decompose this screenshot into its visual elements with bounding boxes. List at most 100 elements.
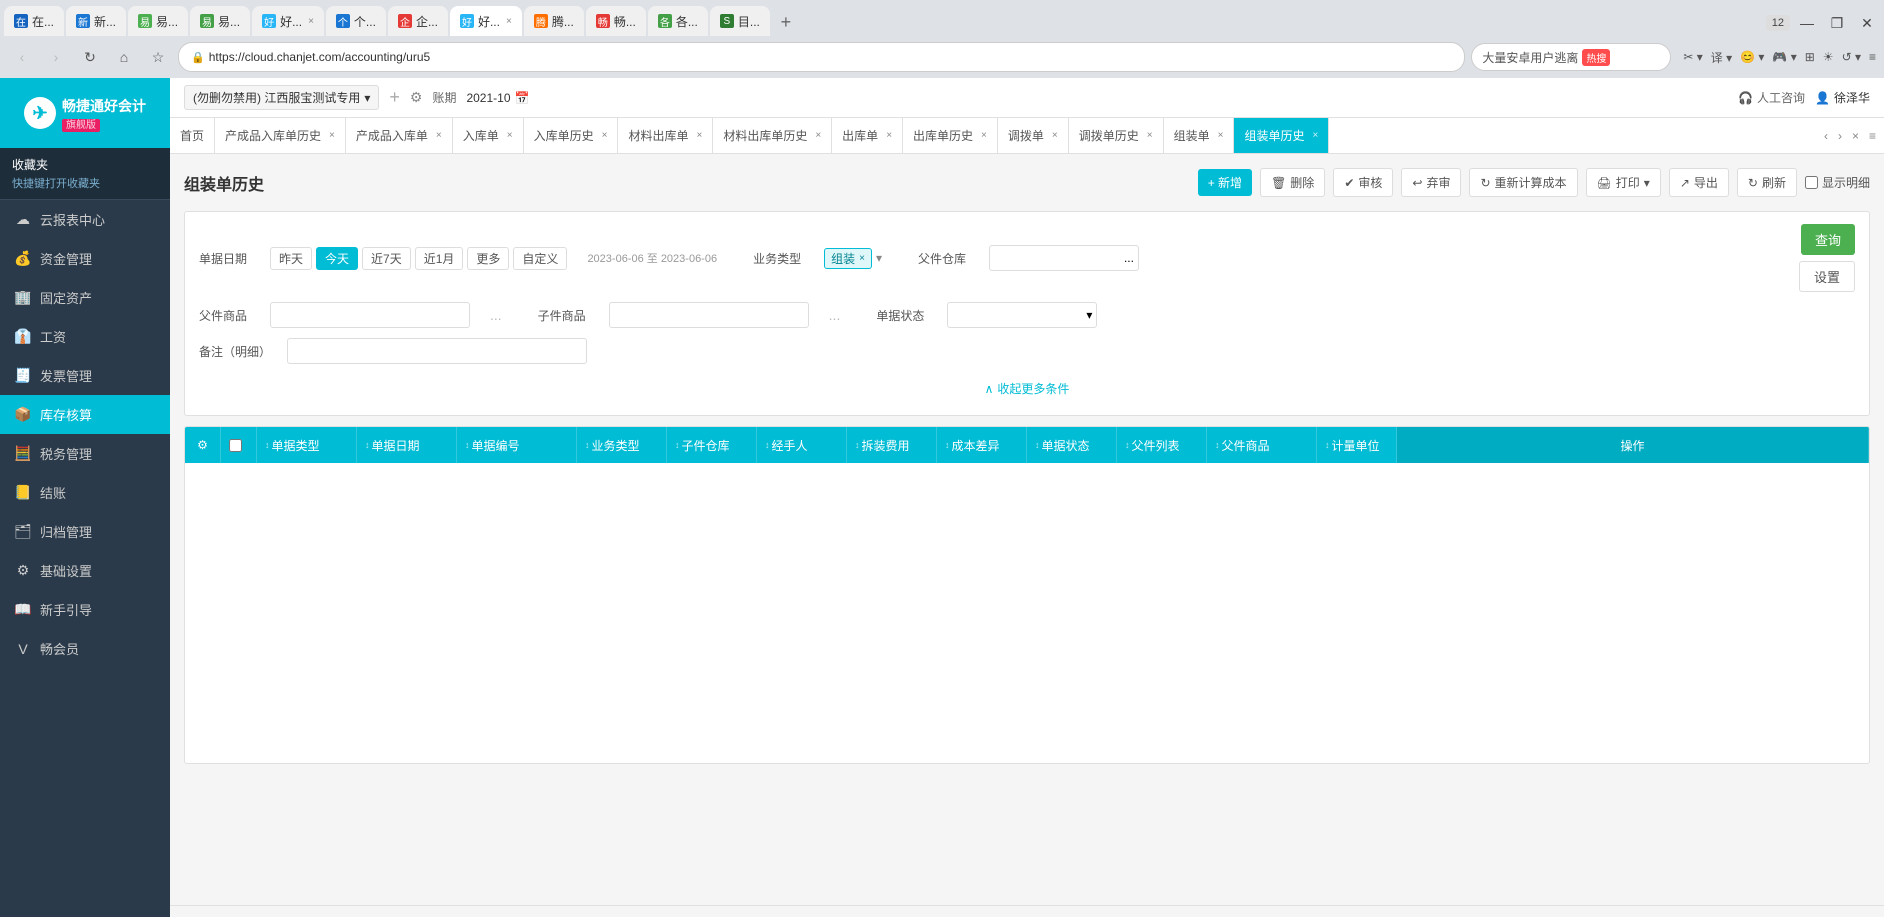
page-tab-close-material-outbound-history[interactable]: × <box>815 130 821 141</box>
browser-tab-3[interactable]: 易 易... <box>128 6 188 36</box>
th-costdiff[interactable]: ↕ 成本差异 <box>937 427 1027 463</box>
th-handler[interactable]: ↕ 经手人 <box>757 427 847 463</box>
date-btn-1month[interactable]: 近1月 <box>415 247 464 270</box>
page-tab-finished-goods-history[interactable]: 产成品入库单历史 × <box>215 118 346 154</box>
th-unit[interactable]: ↕ 计量单位 <box>1317 427 1397 463</box>
tab-close-8[interactable]: × <box>506 16 512 27</box>
game-icon-btn[interactable]: 🎮 ▾ <box>1772 50 1796 64</box>
nav-item-fund[interactable]: 💰 资金管理 <box>0 239 170 278</box>
note-input[interactable] <box>287 338 587 364</box>
new-button[interactable]: + 新增 <box>1198 169 1252 196</box>
th-date[interactable]: ↕ 单据日期 <box>357 427 457 463</box>
page-tab-inbound[interactable]: 入库单 × <box>453 118 524 154</box>
export-button[interactable]: ↗ 导出 <box>1669 168 1729 197</box>
undo-icon-btn[interactable]: ↺ ▾ <box>1842 50 1861 64</box>
browser-tab-5[interactable]: 好 好... × <box>252 6 324 36</box>
audit-button[interactable]: ✔ 审核 <box>1333 168 1393 197</box>
emoji-icon-btn[interactable]: 😊 ▾ <box>1740 50 1764 64</box>
tab-nav-left-arrow[interactable]: ‹ <box>1820 127 1832 145</box>
topbar-settings-icon[interactable]: ⚙ <box>410 89 423 106</box>
parent-wh-select[interactable]: ... <box>989 245 1139 271</box>
nav-item-fixed-assets[interactable]: 🏢 固定资产 <box>0 278 170 317</box>
date-btn-more[interactable]: 更多 <box>467 247 509 270</box>
tab-count-badge[interactable]: 12 <box>1766 15 1790 31</box>
page-tab-outbound-history[interactable]: 出库单历史 × <box>903 118 998 154</box>
collapse-bar[interactable]: ∧ 收起更多条件 <box>199 374 1855 403</box>
browser-tab-4[interactable]: 易 易... <box>190 6 250 36</box>
tab-nav-menu-icon[interactable]: ≡ <box>1865 127 1880 145</box>
parent-goods-dots[interactable]: ... <box>490 307 502 323</box>
page-tab-transfer-history[interactable]: 调拨单历史 × <box>1069 118 1164 154</box>
nav-item-close-account[interactable]: 📒 结账 <box>0 473 170 512</box>
delete-button[interactable]: 🗑 删除 <box>1260 168 1325 197</box>
select-all-checkbox[interactable] <box>229 439 242 452</box>
maximize-button[interactable]: ❐ <box>1824 10 1850 36</box>
th-wh[interactable]: ↕ 子件仓库 <box>667 427 757 463</box>
url-bar[interactable]: 🔒 https://cloud.chanjet.com/accounting/u… <box>178 42 1465 72</box>
minimize-button[interactable]: — <box>1794 10 1820 36</box>
nav-item-cloud-report[interactable]: ☁ 云报表中心 <box>0 200 170 239</box>
show-detail-checkbox[interactable] <box>1805 176 1818 189</box>
add-company-icon[interactable]: + <box>389 87 400 108</box>
page-tab-home[interactable]: 首页 <box>170 118 215 154</box>
th-checkbox[interactable] <box>221 427 257 463</box>
nav-item-guide[interactable]: 📖 新手引导 <box>0 590 170 629</box>
sun-icon-btn[interactable]: ☀ <box>1823 50 1834 64</box>
nav-item-member[interactable]: V 畅会员 <box>0 629 170 668</box>
page-tab-close-transfer[interactable]: × <box>1052 130 1058 141</box>
th-gear[interactable]: ⚙ <box>185 427 221 463</box>
page-tab-material-outbound[interactable]: 材料出库单 × <box>618 118 713 154</box>
home-button[interactable]: ⌂ <box>110 43 138 71</box>
reload-button[interactable]: ↻ <box>76 43 104 71</box>
biz-type-dropdown-icon[interactable]: ▾ <box>876 251 882 265</box>
browser-tab-10[interactable]: 畅 畅... <box>586 6 646 36</box>
nav-item-archive[interactable]: 🗂 归档管理 <box>0 512 170 551</box>
page-tab-close-material-outbound[interactable]: × <box>696 130 702 141</box>
cut-icon-btn[interactable]: ✂ ▾ <box>1683 50 1702 64</box>
refresh-button[interactable]: ↻ 刷新 <box>1737 168 1797 197</box>
query-button[interactable]: 查询 <box>1801 224 1855 255</box>
forward-button[interactable]: › <box>42 43 70 71</box>
page-tab-close-outbound-history[interactable]: × <box>981 130 987 141</box>
bookmark-button[interactable]: ☆ <box>144 43 172 71</box>
recalc-button[interactable]: ↻ 重新计算成本 <box>1469 168 1577 197</box>
print-button[interactable]: 🖨 打印 ▾ <box>1586 168 1661 197</box>
page-tab-close-assembly-history[interactable]: × <box>1312 130 1318 141</box>
browser-tab-2[interactable]: 新 新... <box>66 6 126 36</box>
page-tab-close-assembly[interactable]: × <box>1218 130 1224 141</box>
date-btn-today[interactable]: 今天 <box>316 247 358 270</box>
nav-item-basic-settings[interactable]: ⚙ 基础设置 <box>0 551 170 590</box>
biz-type-tag-close[interactable]: × <box>859 253 865 264</box>
th-type[interactable]: ↕ 单据类型 <box>257 427 357 463</box>
sidebar-bookmark[interactable]: 收藏夹 快捷键打开收藏夹 <box>0 148 170 200</box>
child-goods-dots[interactable]: ... <box>829 307 841 323</box>
settings-button[interactable]: 设置 <box>1799 261 1855 292</box>
child-goods-select[interactable] <box>609 302 809 328</box>
browser-tab-7[interactable]: 企 企... <box>388 6 448 36</box>
company-selector[interactable]: (勿删勿禁用) 江西服宝测试专用 ▾ <box>184 85 379 110</box>
search-box[interactable]: 大量安卓用户逃离 热搜 <box>1471 43 1671 71</box>
th-parentitem[interactable]: ↕ 父件商品 <box>1207 427 1317 463</box>
translate-icon-btn[interactable]: 译 ▾ <box>1711 49 1732 66</box>
browser-tab-6[interactable]: 个 个... <box>326 6 386 36</box>
back-button[interactable]: ‹ <box>8 43 36 71</box>
page-tab-assembly-history[interactable]: 组装单历史 × <box>1234 118 1329 154</box>
nav-item-payroll[interactable]: 👔 工资 <box>0 317 170 356</box>
date-btn-7days[interactable]: 近7天 <box>362 247 411 270</box>
page-tab-close-finished-goods[interactable]: × <box>436 130 442 141</box>
th-biz[interactable]: ↕ 业务类型 <box>577 427 667 463</box>
browser-tab-1[interactable]: 在 在... <box>4 6 64 36</box>
page-tab-close-inbound[interactable]: × <box>507 130 513 141</box>
nav-item-tax[interactable]: 🧮 税务管理 <box>0 434 170 473</box>
browser-tab-11[interactable]: 各 各... <box>648 6 708 36</box>
page-tab-outbound[interactable]: 出库单 × <box>832 118 903 154</box>
th-dismantlefee[interactable]: ↕ 拆装费用 <box>847 427 937 463</box>
tab-nav-right-arrow[interactable]: › <box>1834 127 1846 145</box>
page-tab-assembly[interactable]: 组装单 × <box>1164 118 1235 154</box>
status-select[interactable]: ▾ <box>947 302 1097 328</box>
parent-goods-select[interactable] <box>270 302 470 328</box>
page-tab-finished-goods[interactable]: 产成品入库单 × <box>346 118 453 154</box>
date-btn-custom[interactable]: 自定义 <box>513 247 567 270</box>
user-avatar[interactable]: 👤 徐泽华 <box>1815 89 1870 106</box>
grid-icon-btn[interactable]: ⊞ <box>1805 50 1815 64</box>
